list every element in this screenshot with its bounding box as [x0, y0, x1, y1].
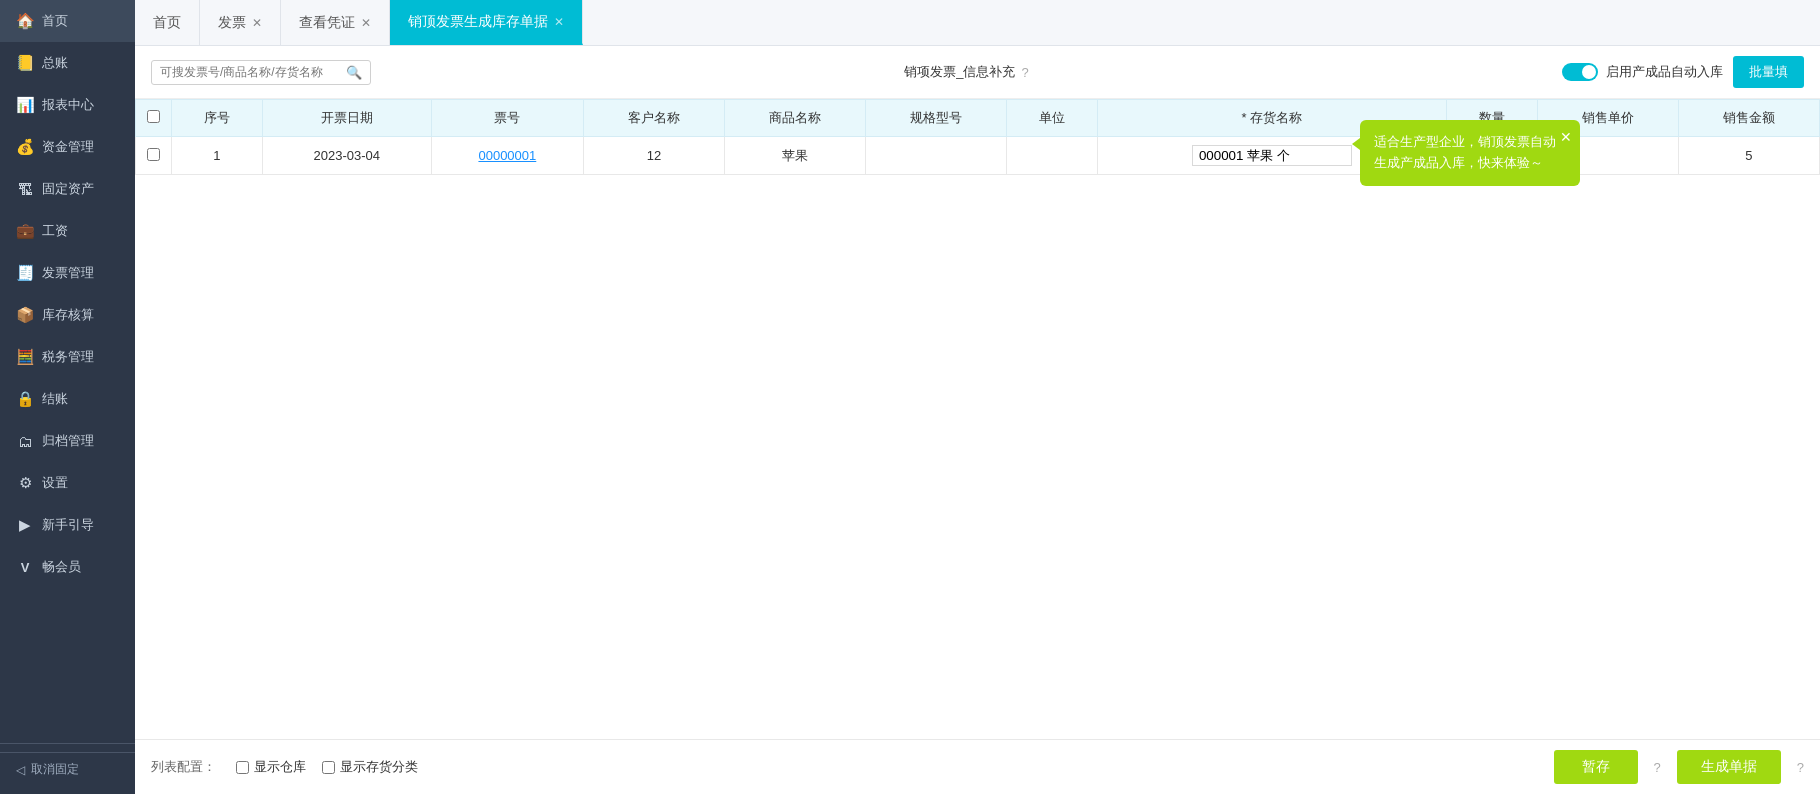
show-inventory-category-input[interactable] — [322, 761, 335, 774]
tooltip-close-button[interactable]: ✕ — [1560, 126, 1572, 148]
footer-row: 列表配置： 显示仓库 显示存货分类 暂存 ? 生成单据 ? — [135, 739, 1820, 794]
info-help-icon[interactable]: ? — [1022, 65, 1029, 80]
footer-btns: 暂存 ? 生成单据 ? — [1554, 750, 1804, 784]
row-spec-model — [865, 137, 1006, 175]
save-help-icon[interactable]: ? — [1654, 760, 1661, 775]
select-all-checkbox[interactable] — [147, 110, 160, 123]
row-product-name: 苹果 — [724, 137, 865, 175]
home-icon: 🏠 — [16, 12, 34, 30]
wages-icon: 💼 — [16, 222, 34, 240]
th-spec-model: 规格型号 — [865, 100, 1006, 137]
row-customer-name: 12 — [583, 137, 724, 175]
tab-home[interactable]: 首页 — [135, 0, 200, 45]
inventory-name-input[interactable] — [1192, 145, 1352, 166]
fund-icon: 💰 — [16, 138, 34, 156]
th-sales-amount: 销售金额 — [1678, 100, 1819, 137]
auto-warehouse-toggle[interactable] — [1562, 63, 1598, 81]
th-checkbox — [136, 100, 172, 137]
row-checkbox[interactable] — [147, 148, 160, 161]
archive-icon: 🗂 — [16, 433, 34, 450]
toggle-label: 启用产成品自动入库 — [1606, 63, 1723, 81]
table-container: 序号 开票日期 票号 客户名称 商品名称 规格型号 单位 * 存货名称 数量 销… — [135, 99, 1820, 739]
ledger-icon: 📒 — [16, 54, 34, 72]
unfix-button[interactable]: ◁ 取消固定 — [0, 752, 135, 786]
row-unit — [1006, 137, 1097, 175]
generate-button[interactable]: 生成单据 — [1677, 750, 1781, 784]
tab-view-voucher-close[interactable]: ✕ — [361, 16, 371, 30]
reports-icon: 📊 — [16, 96, 34, 114]
th-open-date: 开票日期 — [262, 100, 431, 137]
sidebar-item-inventory[interactable]: 📦 库存核算 — [0, 294, 135, 336]
invoice-icon: 🧾 — [16, 264, 34, 282]
guide-icon: ▶ — [16, 516, 34, 534]
sidebar-item-invoice-management[interactable]: 🧾 发票管理 — [0, 252, 135, 294]
search-box[interactable]: 🔍 — [151, 60, 371, 85]
batch-fill-button[interactable]: 批量填 — [1733, 56, 1804, 88]
tooltip-popup: ✕ 适合生产型企业，销顶发票自动生成产成品入库，快来体验～ — [1360, 120, 1580, 186]
sidebar-item-reports[interactable]: 📊 报表中心 — [0, 84, 135, 126]
th-seq: 序号 — [172, 100, 263, 137]
sidebar-item-general-ledger[interactable]: 📒 总账 — [0, 42, 135, 84]
sidebar-item-archive[interactable]: 🗂 归档管理 — [0, 420, 135, 462]
info-section: 销项发票_信息补充 ? — [904, 63, 1028, 81]
footer-checkbox-group: 显示仓库 显示存货分类 — [236, 758, 418, 776]
sidebar-bottom: ◁ 取消固定 — [0, 743, 135, 794]
sidebar-item-fixed-assets[interactable]: 🏗 固定资产 — [0, 168, 135, 210]
sidebar-item-wages[interactable]: 💼 工资 — [0, 210, 135, 252]
tab-invoice[interactable]: 发票 ✕ — [200, 0, 281, 45]
toolbar-row: 🔍 销项发票_信息补充 ? 启用产成品自动入库 批量填 — [135, 46, 1820, 99]
inventory-icon: 📦 — [16, 306, 34, 324]
assets-icon: 🏗 — [16, 181, 34, 198]
tab-cancel-invoice[interactable]: 销顶发票生成库存单据 ✕ — [390, 0, 583, 45]
info-label: 销项发票_信息补充 — [904, 63, 1015, 81]
generate-help-icon[interactable]: ? — [1797, 760, 1804, 775]
show-inventory-category-checkbox[interactable]: 显示存货分类 — [322, 758, 418, 776]
tab-cancel-invoice-close[interactable]: ✕ — [554, 15, 564, 29]
sidebar-item-tax[interactable]: 🧮 税务管理 — [0, 336, 135, 378]
search-input[interactable] — [160, 65, 340, 79]
save-button[interactable]: 暂存 — [1554, 750, 1638, 784]
th-unit: 单位 — [1006, 100, 1097, 137]
th-ticket-no: 票号 — [431, 100, 583, 137]
sidebar-item-vip[interactable]: V 畅会员 — [0, 546, 135, 588]
sidebar-item-closing[interactable]: 🔒 结账 — [0, 378, 135, 420]
show-warehouse-input[interactable] — [236, 761, 249, 774]
tax-icon: 🧮 — [16, 348, 34, 366]
settings-icon: ⚙ — [16, 474, 34, 492]
sidebar-item-settings[interactable]: ⚙ 设置 — [0, 462, 135, 504]
tab-invoice-close[interactable]: ✕ — [252, 16, 262, 30]
sidebar-item-fund[interactable]: 💰 资金管理 — [0, 126, 135, 168]
tab-view-voucher[interactable]: 查看凭证 ✕ — [281, 0, 390, 45]
row-seq: 1 — [172, 137, 263, 175]
config-label: 列表配置： — [151, 758, 216, 776]
unfix-icon: ◁ — [16, 763, 25, 777]
row-open-date: 2023-03-04 — [262, 137, 431, 175]
sidebar-item-new-user-guide[interactable]: ▶ 新手引导 — [0, 504, 135, 546]
vip-icon: V — [16, 560, 34, 575]
sidebar: 🏠 首页 📒 总账 📊 报表中心 💰 资金管理 🏗 固定资产 💼 工资 🧾 发票… — [0, 0, 135, 794]
th-customer-name: 客户名称 — [583, 100, 724, 137]
toggle-section: 启用产成品自动入库 — [1562, 63, 1723, 81]
row-ticket-no[interactable]: 00000001 — [431, 137, 583, 175]
closing-icon: 🔒 — [16, 390, 34, 408]
row-checkbox-cell — [136, 137, 172, 175]
row-sales-amount: 5 — [1678, 137, 1819, 175]
search-icon[interactable]: 🔍 — [346, 65, 362, 80]
tooltip-text: 适合生产型企业，销顶发票自动生成产成品入库，快来体验～ — [1374, 134, 1556, 170]
th-product-name: 商品名称 — [724, 100, 865, 137]
tab-bar: 首页 发票 ✕ 查看凭证 ✕ 销顶发票生成库存单据 ✕ — [135, 0, 1820, 46]
show-warehouse-checkbox[interactable]: 显示仓库 — [236, 758, 306, 776]
sidebar-item-home[interactable]: 🏠 首页 — [0, 0, 135, 42]
